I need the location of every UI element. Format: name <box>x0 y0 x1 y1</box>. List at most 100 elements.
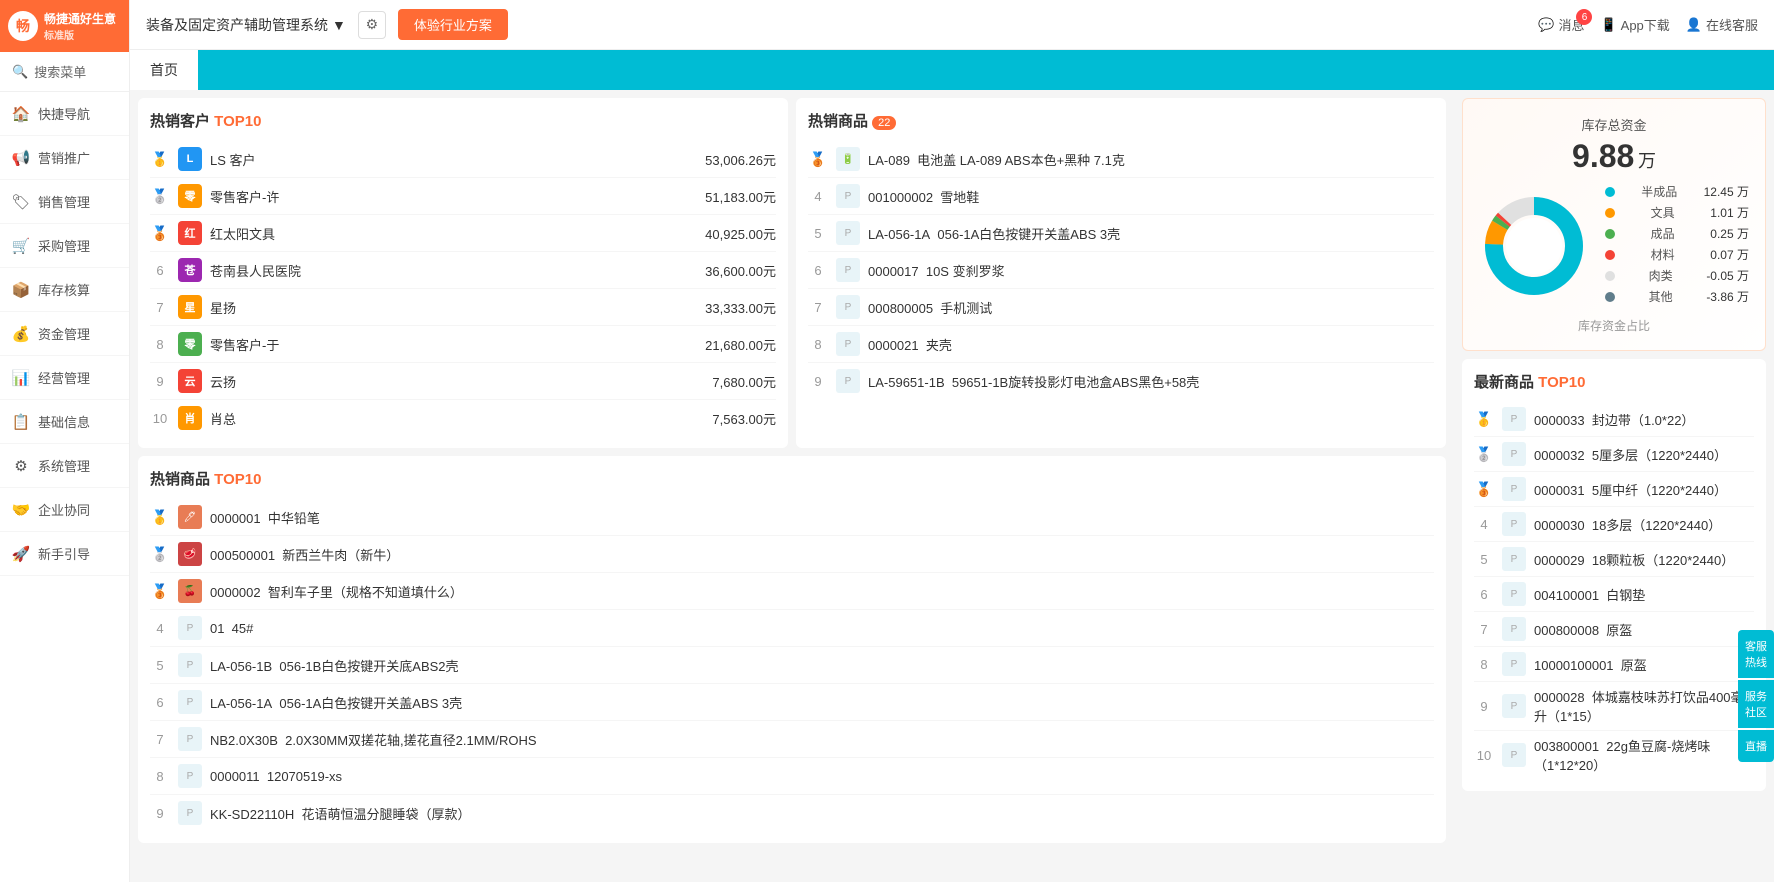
sidebar-item-basic-info[interactable]: 📋 基础信息 <box>0 400 129 444</box>
sidebar-logo: 畅 畅捷通好生意 标准版 <box>0 0 129 52</box>
legend-label-6: 其他 <box>1621 288 1700 305</box>
sidebar-item-guide[interactable]: 🚀 新手引导 <box>0 532 129 576</box>
np-item-8: 8 P 10000100001 原盔 <box>1474 647 1754 682</box>
customer-name-3: 红太阳文具 <box>210 224 697 243</box>
np-rank-4: 4 <box>1474 517 1494 532</box>
service-label: 在线客服 <box>1706 15 1758 34</box>
customer-name-2: 零售客户-许 <box>210 187 697 206</box>
main-area: 装备及固定资产辅助管理系统 ▼ ⚙ 体验行业方案 💬 消息 6 📱 App下载 … <box>130 0 1774 882</box>
online-service-button[interactable]: 👤 在线客服 <box>1686 15 1758 34</box>
hp-item-4: 4 P 01 45# <box>150 610 1434 647</box>
sidebar-item-quick-nav[interactable]: 🏠 快捷导航 <box>0 92 129 136</box>
product-img-hp-1: 🖊 <box>178 505 202 529</box>
np-img-6: P <box>1502 582 1526 606</box>
legend-item-2: 文具 1.01 万 <box>1605 204 1749 221</box>
float-service-hotline[interactable]: 客服热线 <box>1738 630 1774 678</box>
np-rank-5: 5 <box>1474 552 1494 567</box>
sidebar-item-system[interactable]: ⚙ 系统管理 <box>0 444 129 488</box>
customer-item-5: 7 星 星扬 33,333.00元 <box>150 289 776 326</box>
message-button[interactable]: 💬 消息 6 <box>1538 15 1584 34</box>
operations-icon: 📊 <box>12 369 30 387</box>
float-service-live[interactable]: 直播 <box>1738 730 1774 762</box>
hpr-item-3: 5 P LA-056-1A 056-1A白色按键开关盖ABS 3壳 <box>808 215 1434 252</box>
sidebar-item-marketing[interactable]: 📢 营销推广 <box>0 136 129 180</box>
sidebar-item-label: 采购管理 <box>38 236 90 255</box>
np-item-7: 7 P 000800008 原盔 <box>1474 612 1754 647</box>
legend-value-6: -3.86 万 <box>1706 288 1749 305</box>
sidebar-item-label: 基础信息 <box>38 412 90 431</box>
np-name-10: 003800001 22g鱼豆腐-烧烤味（1*12*20） <box>1534 736 1754 774</box>
customer-name-5: 星扬 <box>210 298 697 317</box>
search-menu[interactable]: 🔍 搜索菜单 <box>0 52 129 92</box>
customer-name-8: 肖总 <box>210 409 704 428</box>
sidebar-item-inventory[interactable]: 📦 库存核算 <box>0 268 129 312</box>
float-service-community[interactable]: 服务社区 <box>1738 680 1774 728</box>
settings-button[interactable]: ⚙ <box>358 11 386 39</box>
basic-info-icon: 📋 <box>12 413 30 431</box>
customer-value-4: 36,600.00元 <box>705 261 776 280</box>
sales-icon: 🏷 <box>12 193 30 211</box>
np-img-5: P <box>1502 547 1526 571</box>
np-name-8: 10000100001 原盔 <box>1534 655 1754 674</box>
experience-btn[interactable]: 体验行业方案 <box>398 9 508 40</box>
hp-name-2: 000500001 新西兰牛肉（新牛） <box>210 545 1434 564</box>
legend-label-2: 文具 <box>1621 204 1704 221</box>
product-img-hp-4: P <box>178 616 202 640</box>
hp-item-9: 9 P KK-SD22110H 花语萌恒温分腿睡袋（厚款） <box>150 795 1434 831</box>
nav-tabs: 首页 <box>130 50 1774 90</box>
stock-card: 库存总资金 9.88 万 <box>1462 98 1766 351</box>
hp-item-2: 🥈 🥩 000500001 新西兰牛肉（新牛） <box>150 536 1434 573</box>
customer-item-3: 🥉 红 红太阳文具 40,925.00元 <box>150 215 776 252</box>
hpr-item-7: 9 P LA-59651-1B 59651-1B旋转投影灯电池盒ABS黑色+58… <box>808 363 1434 399</box>
sidebar-item-finance[interactable]: 💰 资金管理 <box>0 312 129 356</box>
rank-num-hpr-3: 5 <box>808 226 828 241</box>
rank-num-5: 7 <box>150 300 170 315</box>
sidebar-item-sales[interactable]: 🏷 销售管理 <box>0 180 129 224</box>
hot-products-right-card: 热销商品 22 🥉 🔋 LA-089 电池盖 LA-089 ABS本色+黑种 7… <box>796 98 1446 448</box>
rank-num-hp-7: 7 <box>150 732 170 747</box>
logo-name: 畅捷通好生意 <box>44 10 116 27</box>
sidebar-item-operations[interactable]: 📊 经营管理 <box>0 356 129 400</box>
hot-products-title: 热销商品 TOP10 <box>150 468 1434 489</box>
np-name-1: 0000033 封边带（1.0*22） <box>1534 410 1754 429</box>
finance-icon: 💰 <box>12 325 30 343</box>
np-item-1: 🥇 P 0000033 封边带（1.0*22） <box>1474 402 1754 437</box>
product-img-hp-2: 🥩 <box>178 542 202 566</box>
rank-medal-hp-2: 🥈 <box>150 544 170 564</box>
hp-item-5: 5 P LA-056-1B 056-1B白色按键开关底ABS2壳 <box>150 647 1434 684</box>
rank-num-hpr-6: 8 <box>808 337 828 352</box>
legend-item-1: 半成品 12.45 万 <box>1605 183 1749 200</box>
hp-name-8: 0000011 12070519-xs <box>210 769 1434 784</box>
rank-num-hp-9: 9 <box>150 806 170 821</box>
sidebar-item-label: 销售管理 <box>38 192 90 211</box>
rank-medal-2: 🥈 <box>150 186 170 206</box>
hp-name-5: LA-056-1B 056-1B白色按键开关底ABS2壳 <box>210 656 1434 675</box>
customer-item-7: 9 云 云扬 7,680.00元 <box>150 363 776 400</box>
legend-dot-5 <box>1605 271 1615 281</box>
sidebar-item-purchase[interactable]: 🛒 采购管理 <box>0 224 129 268</box>
rank-num-hp-4: 4 <box>150 621 170 636</box>
sidebar-item-collab[interactable]: 🤝 企业协同 <box>0 488 129 532</box>
np-item-9: 9 P 0000028 体城嘉枝味苏打饮品400毫升（1*15） <box>1474 682 1754 731</box>
sidebar-item-label: 经营管理 <box>38 368 90 387</box>
app-download-button[interactable]: 📱 App下载 <box>1600 15 1669 34</box>
customer-value-6: 21,680.00元 <box>705 335 776 354</box>
customer-avatar-6: 零 <box>178 332 202 356</box>
customer-avatar-1: L <box>178 147 202 171</box>
product-img-hpr-7: P <box>836 369 860 393</box>
customer-avatar-3: 红 <box>178 221 202 245</box>
system-title-dropdown[interactable]: 装备及固定资产辅助管理系统 ▼ <box>146 15 346 35</box>
page-body: 热销客户 TOP10 🥇 L LS 客户 53,006.26元 🥈 零 零 <box>130 90 1774 882</box>
legend-value-4: 0.07 万 <box>1710 246 1749 263</box>
topbar-actions: 💬 消息 6 📱 App下载 👤 在线客服 <box>1538 15 1758 34</box>
legend-dot-3 <box>1605 229 1615 239</box>
rank-num-7: 9 <box>150 374 170 389</box>
np-rank-9: 9 <box>1474 699 1494 714</box>
customer-name-1: LS 客户 <box>210 150 697 169</box>
app-download-label: App下载 <box>1621 15 1670 34</box>
donut-container: 半成品 12.45 万 文具 1.01 万 成品 0.25 万 <box>1479 183 1749 309</box>
hot-customers-card: 热销客户 TOP10 🥇 L LS 客户 53,006.26元 🥈 零 零 <box>138 98 788 448</box>
tab-home[interactable]: 首页 <box>130 50 198 90</box>
guide-icon: 🚀 <box>12 545 30 563</box>
np-img-2: P <box>1502 442 1526 466</box>
